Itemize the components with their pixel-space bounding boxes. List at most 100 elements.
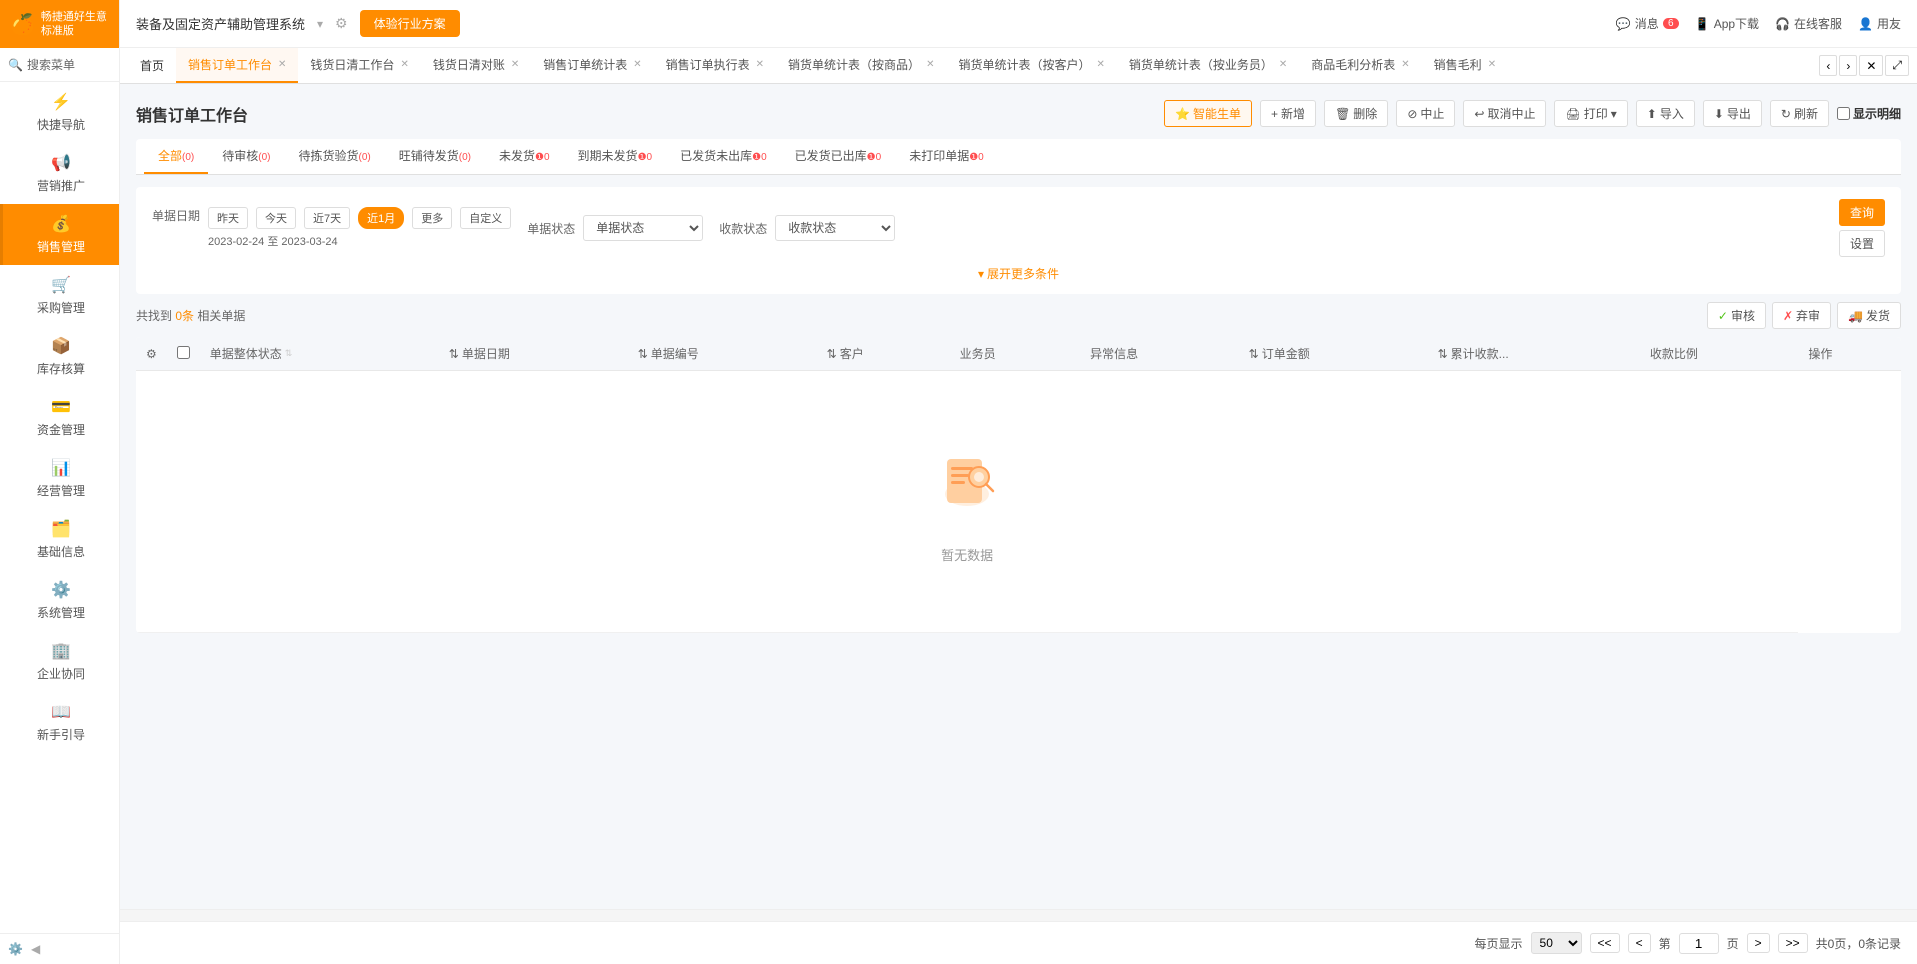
trial-btn[interactable]: 体验行业方案 — [360, 10, 460, 37]
stop-btn[interactable]: ⊘ 中止 — [1396, 100, 1455, 127]
tab-close-sales-stat[interactable]: ✕ — [633, 59, 641, 70]
select-all-checkbox[interactable] — [177, 346, 190, 359]
tab-next-btn[interactable]: › — [1839, 55, 1857, 76]
user-action[interactable]: 👤 用友 — [1858, 15, 1901, 32]
first-page-btn[interactable]: << — [1590, 933, 1620, 953]
tab-sales-workbench[interactable]: 销售订单工作台 ✕ — [176, 48, 298, 83]
tab-close-cash-daily[interactable]: ✕ — [400, 59, 408, 70]
subtab-all-count: (0) — [182, 152, 194, 163]
collapse-icon[interactable]: ◀ — [31, 942, 40, 956]
sidebar-item-inventory[interactable]: 📦 库存核算 — [0, 326, 119, 387]
date-btn-7days[interactable]: 近7天 — [304, 207, 350, 229]
date-btn-1month[interactable]: 近1月 — [358, 207, 404, 229]
next-page-btn[interactable]: > — [1747, 933, 1770, 953]
payment-select[interactable]: 收款状态 — [775, 215, 895, 241]
sidebar-item-quick[interactable]: ⚡ 快捷导航 — [0, 82, 119, 143]
subtab-overdue-unshipped-label: 到期未发货 — [578, 149, 638, 163]
print-btn[interactable]: 🖨 打印 ▾ — [1554, 100, 1627, 127]
sidebar-item-finance[interactable]: 💳 资金管理 — [0, 387, 119, 448]
date-btn-custom[interactable]: 自定义 — [460, 207, 511, 229]
tab-gross-profit[interactable]: 商品毛利分析表 ✕ — [1299, 48, 1421, 83]
add-btn[interactable]: + 新增 — [1260, 100, 1316, 127]
delete-btn[interactable]: 🗑 删除 — [1324, 100, 1388, 127]
sidebar-item-sales[interactable]: 💰 销售管理 — [0, 204, 119, 265]
date-btn-yesterday[interactable]: 昨天 — [208, 207, 248, 229]
tab-sales-by-customer[interactable]: 销货单统计表（按客户） ✕ — [946, 48, 1116, 83]
subtab-shipped-out[interactable]: 已发货已出库❶0 — [781, 139, 896, 174]
tab-sales-stat[interactable]: 销售订单统计表 ✕ — [531, 48, 653, 83]
show-detail-checkbox[interactable]: 显示明细 — [1837, 105, 1901, 122]
subtab-shipped-not-out-label: 已发货未出库 — [680, 149, 752, 163]
date-btn-more[interactable]: 更多 — [412, 207, 452, 229]
sidebar-item-guide[interactable]: 📖 新手引导 — [0, 692, 119, 753]
sort-status-icon[interactable]: ⇅ — [285, 348, 293, 359]
settings-btn[interactable]: 设置 — [1839, 230, 1885, 257]
tab-sales-by-staff[interactable]: 销货单统计表（按业务员） ✕ — [1117, 48, 1299, 83]
sidebar-item-basic[interactable]: 🗂️ 基础信息 — [0, 509, 119, 570]
last-page-btn[interactable]: >> — [1778, 933, 1808, 953]
tab-home[interactable]: 首页 — [128, 49, 176, 82]
gear-icon[interactable]: ⚙ — [146, 347, 157, 361]
tab-close-sales-by-customer[interactable]: ✕ — [1096, 59, 1104, 70]
tab-cash-reconcile[interactable]: 钱货日清对账 ✕ — [421, 48, 531, 83]
smart-btn[interactable]: ⭐ 智能生单 — [1164, 100, 1252, 127]
subtab-overdue-unshipped[interactable]: 到期未发货❶0 — [564, 139, 667, 174]
sidebar-item-search[interactable]: 🔍 搜索菜单 — [0, 48, 119, 82]
bottom-scrollbar[interactable] — [120, 909, 1917, 921]
page-input[interactable] — [1679, 933, 1719, 954]
tab-maximize-btn[interactable]: ⤢ — [1885, 55, 1909, 76]
ship-btn[interactable]: 🚚 发货 — [1837, 302, 1901, 329]
tab-cash-daily[interactable]: 钱货日清工作台 ✕ — [298, 48, 420, 83]
subtab-all[interactable]: 全部(0) — [144, 139, 208, 174]
tab-sales-by-product[interactable]: 销货单统计表（按商品） ✕ — [776, 48, 946, 83]
settings-bottom-icon[interactable]: ⚙️ — [8, 942, 23, 956]
export-btn[interactable]: ⬇ 导出 — [1703, 100, 1762, 127]
sidebar-item-enterprise[interactable]: 🏢 企业协同 — [0, 631, 119, 692]
anti-review-btn[interactable]: ✗ 弃审 — [1772, 302, 1831, 329]
toolbar-right: ✓ 审核 ✗ 弃审 🚚 发货 — [1707, 302, 1901, 329]
marketing-label: 营销推广 — [37, 177, 85, 194]
subtab-pending-review[interactable]: 待审核(0) — [208, 139, 284, 174]
prev-page-btn[interactable]: < — [1628, 933, 1651, 953]
status-select[interactable]: 单据状态 — [583, 215, 703, 241]
subtab-pending-inspect[interactable]: 待拣货验货(0) — [285, 139, 385, 174]
app-download-action[interactable]: 📱 App下载 — [1695, 15, 1759, 32]
date-btn-today[interactable]: 今天 — [256, 207, 296, 229]
tab-prev-btn[interactable]: ‹ — [1819, 55, 1837, 76]
tab-close-sales-exec[interactable]: ✕ — [756, 59, 764, 70]
sidebar-item-purchase[interactable]: 🛒 采购管理 — [0, 265, 119, 326]
sidebar-item-marketing[interactable]: 📢 营销推广 — [0, 143, 119, 204]
tab-close-gross-profit[interactable]: ✕ — [1401, 59, 1409, 70]
tab-close-cash-reconcile[interactable]: ✕ — [511, 59, 519, 70]
show-detail-input[interactable] — [1837, 107, 1850, 120]
expand-more-btn[interactable]: ▾ 展开更多条件 — [978, 265, 1059, 282]
tab-close-sales-by-staff[interactable]: ✕ — [1279, 59, 1287, 70]
tab-close-sales-by-product[interactable]: ✕ — [926, 59, 934, 70]
system-dropdown-icon[interactable]: ▾ — [317, 17, 323, 31]
tab-close-all-btn[interactable]: ✕ — [1859, 55, 1883, 76]
tab-close-sales-profit[interactable]: ✕ — [1488, 59, 1496, 70]
tab-close-sales-workbench[interactable]: ✕ — [278, 59, 286, 70]
message-action[interactable]: 💬 消息 6 — [1616, 15, 1679, 32]
subtab-wangpu-pending[interactable]: 旺铺待发货(0) — [385, 139, 485, 174]
cancel-stop-btn[interactable]: ↩ 取消中止 — [1463, 100, 1546, 127]
sidebar-item-operations[interactable]: 📊 经营管理 — [0, 448, 119, 509]
tab-sales-profit[interactable]: 销售毛利 ✕ — [1422, 48, 1508, 83]
system-label: 系统管理 — [37, 604, 85, 621]
export-icon: ⬇ — [1714, 107, 1724, 121]
online-service-action[interactable]: 🎧 在线客服 — [1775, 15, 1842, 32]
settings-icon[interactable]: ⚙ — [335, 15, 348, 32]
subtab-unshipped[interactable]: 未发货❶0 — [485, 139, 564, 174]
th-staff: 业务员 — [950, 337, 1081, 371]
subtab-shipped-not-out[interactable]: 已发货未出库❶0 — [666, 139, 781, 174]
tab-sales-exec[interactable]: 销售订单执行表 ✕ — [654, 48, 776, 83]
refresh-btn[interactable]: ↻ 刷新 — [1770, 100, 1829, 127]
query-btn[interactable]: 查询 — [1839, 199, 1885, 226]
subtab-unprinted[interactable]: 未打印单据❶0 — [895, 139, 998, 174]
page-size-select[interactable]: 50 10 20 100 — [1531, 932, 1582, 954]
star-icon: ⭐ — [1175, 107, 1190, 121]
review-btn[interactable]: ✓ 审核 — [1707, 302, 1766, 329]
inventory-label: 库存核算 — [37, 360, 85, 377]
import-btn[interactable]: ⬆ 导入 — [1636, 100, 1695, 127]
sidebar-item-system[interactable]: ⚙️ 系统管理 — [0, 570, 119, 631]
